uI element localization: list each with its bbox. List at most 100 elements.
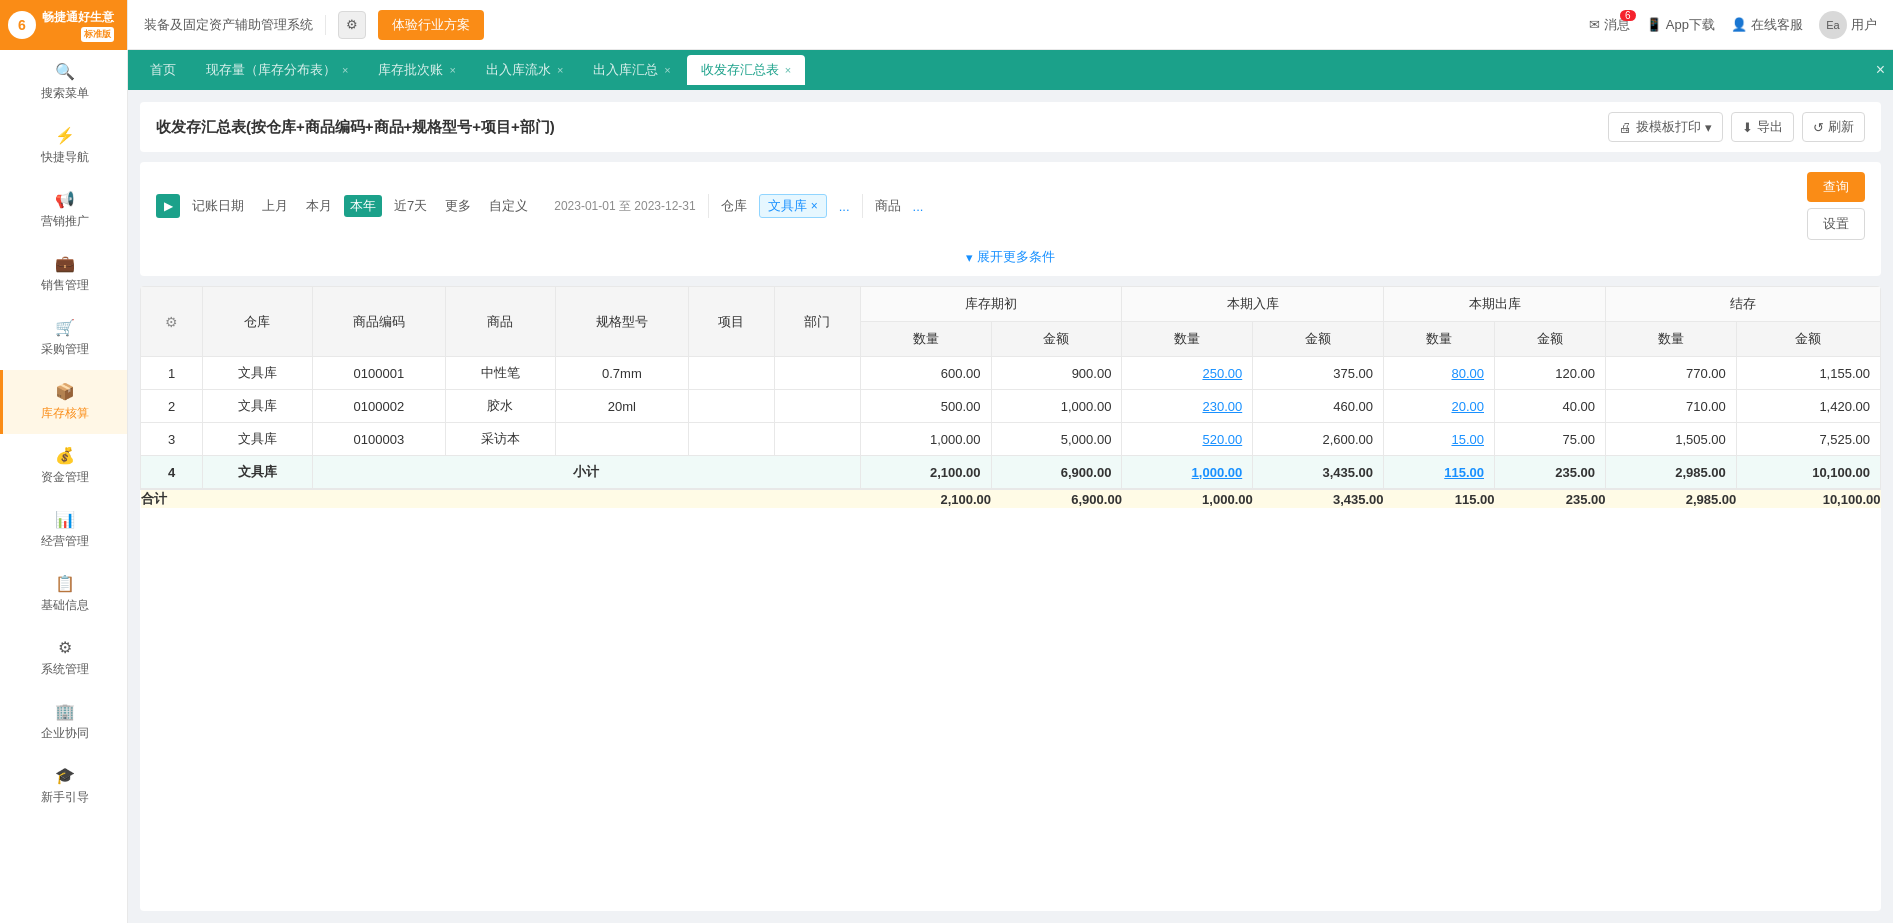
- quick-nav-icon: ⚡: [55, 126, 75, 145]
- tab-inout-flow[interactable]: 出入库流水 ×: [472, 55, 577, 85]
- tab-inout-summary[interactable]: 出入库汇总 ×: [579, 55, 684, 85]
- export-icon: ⬇: [1742, 120, 1753, 135]
- tabbar-close-all[interactable]: ×: [1876, 61, 1885, 79]
- date-btn-custom[interactable]: 自定义: [483, 195, 534, 217]
- tab-inout-flow-close[interactable]: ×: [557, 64, 563, 76]
- th-out-group: 本期出库: [1384, 287, 1606, 322]
- table-row: 3 文具库 0100003 采访本 1,000.00 5,000.00 520.…: [141, 423, 1881, 456]
- th-project: 项目: [689, 287, 775, 357]
- filter-toggle[interactable]: ▶: [156, 194, 180, 218]
- phone-icon: 📱: [1646, 17, 1662, 32]
- warehouse-tag-close[interactable]: ×: [811, 199, 818, 213]
- user-avatar: Ea: [1819, 11, 1847, 39]
- table-settings-icon[interactable]: ⚙: [165, 314, 178, 330]
- date-buttons: 上月 本月 本年 近7天 更多 自定义: [256, 195, 534, 217]
- sub-no: 4: [141, 456, 203, 490]
- expand-conditions-button[interactable]: ▾ 展开更多条件: [966, 248, 1055, 266]
- sidebar-item-purchase[interactable]: 🛒 采购管理: [0, 306, 127, 370]
- cell-project: [689, 357, 775, 390]
- cell-closing-qty: 1,505.00: [1606, 423, 1737, 456]
- cell-opening-qty: 600.00: [860, 357, 991, 390]
- cell-out-qty[interactable]: 20.00: [1384, 390, 1495, 423]
- sidebar-item-label-system: 系统管理: [41, 661, 89, 678]
- cell-opening-amt: 1,000.00: [991, 390, 1122, 423]
- cell-in-qty[interactable]: 520.00: [1122, 423, 1253, 456]
- th-settings[interactable]: ⚙: [141, 287, 203, 357]
- tabbar: 首页 现存量（库存分布表） × 库存批次账 × 出入库流水 × 出入库汇总 × …: [128, 50, 1893, 90]
- sidebar-item-marketing[interactable]: 📢 营销推广: [0, 178, 127, 242]
- sidebar-item-finance[interactable]: 💰 资金管理: [0, 434, 127, 498]
- sidebar-item-base-info[interactable]: 📋 基础信息: [0, 562, 127, 626]
- tab-collect-summary-close[interactable]: ×: [785, 64, 791, 76]
- tab-inventory-dist[interactable]: 现存量（库存分布表） ×: [192, 55, 362, 85]
- topbar: 装备及固定资产辅助管理系统 ⚙ 体验行业方案 ✉ 消息 6 📱 App下载 👤 …: [128, 0, 1893, 50]
- cell-out-qty[interactable]: 80.00: [1384, 357, 1495, 390]
- date-btn-last-month[interactable]: 上月: [256, 195, 294, 217]
- tab-home[interactable]: 首页: [136, 55, 190, 85]
- total-label: 合计: [141, 489, 861, 508]
- warehouse-ellipsis[interactable]: ...: [839, 199, 850, 214]
- refresh-button[interactable]: ↺ 刷新: [1802, 112, 1865, 142]
- cell-out-qty[interactable]: 15.00: [1384, 423, 1495, 456]
- message-item[interactable]: ✉ 消息 6: [1589, 16, 1630, 34]
- inventory-icon: 📦: [55, 382, 75, 401]
- cell-in-qty[interactable]: 250.00: [1122, 357, 1253, 390]
- date-btn-more[interactable]: 更多: [439, 195, 477, 217]
- cell-opening-amt: 5,000.00: [991, 423, 1122, 456]
- sidebar-item-newbie[interactable]: 🎓 新手引导: [0, 754, 127, 818]
- expand-icon: ▾: [966, 250, 973, 265]
- total-closing-amt: 10,100.00: [1736, 489, 1880, 508]
- sidebar-item-label-inventory: 库存核算: [41, 405, 89, 422]
- operations-icon: 📊: [55, 510, 75, 529]
- table-row: 1 文具库 0100001 中性笔 0.7mm 600.00 900.00 25…: [141, 357, 1881, 390]
- subtotal-row: 4 文具库 小计 2,100.00 6,900.00 1,000.00 3,43…: [141, 456, 1881, 490]
- print-icon: 🖨: [1619, 120, 1632, 135]
- topbar-right: ✉ 消息 6 📱 App下载 👤 在线客服 Ea 用户: [1589, 11, 1877, 39]
- topbar-settings-button[interactable]: ⚙: [338, 11, 366, 39]
- filter-settings-button[interactable]: 设置: [1807, 208, 1865, 240]
- sub-opening-amt: 6,900.00: [991, 456, 1122, 490]
- print-button[interactable]: 🖨 拨模板打印 ▾: [1608, 112, 1723, 142]
- system-name: 装备及固定资产辅助管理系统: [144, 16, 313, 34]
- tab-collect-summary[interactable]: 收发存汇总表 ×: [687, 55, 805, 85]
- sidebar-item-inventory[interactable]: 📦 库存核算: [0, 370, 127, 434]
- sidebar: 6 畅捷通好生意 标准版 🔍 搜索菜单 ⚡ 快捷导航 📢 营销推广 💼 销售管理…: [0, 0, 128, 923]
- sidebar-item-system[interactable]: ⚙ 系统管理: [0, 626, 127, 690]
- expand-label: 展开更多条件: [977, 248, 1055, 266]
- goods-ellipsis[interactable]: ...: [913, 199, 924, 214]
- date-btn-this-month[interactable]: 本月: [300, 195, 338, 217]
- tab-inventory-dist-close[interactable]: ×: [342, 64, 348, 76]
- export-button[interactable]: ⬇ 导出: [1731, 112, 1794, 142]
- query-button[interactable]: 查询: [1807, 172, 1865, 202]
- tab-inout-summary-close[interactable]: ×: [664, 64, 670, 76]
- app-download-item[interactable]: 📱 App下载: [1646, 16, 1715, 34]
- base-info-icon: 📋: [55, 574, 75, 593]
- tab-batch-ledger-close[interactable]: ×: [449, 64, 455, 76]
- date-btn-this-year[interactable]: 本年: [344, 195, 382, 217]
- online-service-item[interactable]: 👤 在线客服: [1731, 16, 1803, 34]
- th-closing-group: 结存: [1606, 287, 1881, 322]
- trial-button[interactable]: 体验行业方案: [378, 10, 484, 40]
- sidebar-item-label-sales: 销售管理: [41, 277, 89, 294]
- tab-home-label: 首页: [150, 61, 176, 79]
- app-download-label: App下载: [1666, 16, 1715, 34]
- cell-in-amt: 2,600.00: [1253, 423, 1384, 456]
- sidebar-item-label-enterprise: 企业协同: [41, 725, 89, 742]
- warehouse-tag-text: 文具库: [768, 197, 807, 215]
- th-out-amt: 金额: [1495, 322, 1606, 357]
- sub-opening-qty: 2,100.00: [860, 456, 991, 490]
- date-btn-7days[interactable]: 近7天: [388, 195, 433, 217]
- sub-out-amt: 235.00: [1495, 456, 1606, 490]
- app-name: 畅捷通好生意: [42, 9, 114, 26]
- sidebar-item-search[interactable]: 🔍 搜索菜单: [0, 50, 127, 114]
- sidebar-item-quick-nav[interactable]: ⚡ 快捷导航: [0, 114, 127, 178]
- cell-closing-amt: 7,525.00: [1736, 423, 1880, 456]
- sidebar-item-sales[interactable]: 💼 销售管理: [0, 242, 127, 306]
- sidebar-item-enterprise[interactable]: 🏢 企业协同: [0, 690, 127, 754]
- tab-batch-ledger[interactable]: 库存批次账 ×: [364, 55, 469, 85]
- cell-in-qty[interactable]: 230.00: [1122, 390, 1253, 423]
- cell-out-amt: 120.00: [1495, 357, 1606, 390]
- th-opening-amt: 金额: [991, 322, 1122, 357]
- user-item[interactable]: Ea 用户: [1819, 11, 1877, 39]
- sidebar-item-operations[interactable]: 📊 经营管理: [0, 498, 127, 562]
